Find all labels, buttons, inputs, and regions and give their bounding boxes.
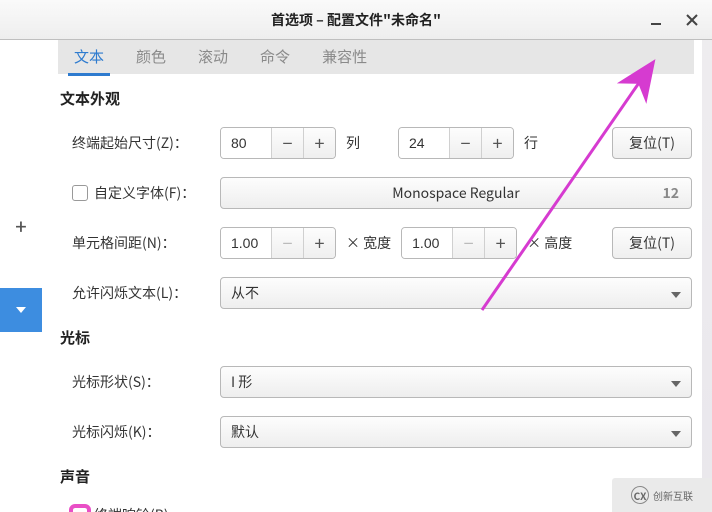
tab-colors[interactable]: 颜色 [130, 39, 172, 76]
rows-unit: 行 [524, 133, 538, 153]
reset-size-button[interactable]: 复位(T) [612, 127, 692, 159]
blink-text-dropdown[interactable]: 从不 [220, 277, 692, 309]
cursor-shape-value: I 形 [231, 372, 252, 392]
cols-spinner[interactable]: − + [220, 127, 336, 159]
tabs-bar: 文本 颜色 滚动 命令 兼容性 [58, 40, 694, 74]
watermark-logo: CX [631, 486, 649, 504]
label-cursor-shape: 光标形状(S)： [60, 372, 210, 392]
cell-w-spinner[interactable]: − + [220, 227, 336, 259]
font-chooser-button[interactable]: Monospace Regular 12 [220, 177, 692, 209]
label-cursor-blink: 光标闪烁(K)： [60, 422, 210, 442]
cursor-shape-dropdown[interactable]: I 形 [220, 366, 692, 398]
cursor-blink-value: 默认 [231, 422, 259, 442]
window-controls [642, 0, 706, 39]
row-cursor-shape: 光标形状(S)： I 形 [60, 366, 692, 398]
row-blink-text: 允许闪烁文本(L)： 从不 [60, 277, 692, 309]
cell-h-plus[interactable]: + [484, 228, 516, 258]
add-profile-button[interactable]: + [8, 213, 34, 237]
right-edge [702, 40, 712, 512]
bell-text: 终端响铃(B) [94, 505, 169, 512]
row-cell-spacing: 单元格间距(N)： − + × 宽度 − + × 高度 复位(T) [60, 227, 692, 259]
content: 文本外观 终端起始尺寸(Z)： − + 列 − + 行 复位(T) [58, 74, 694, 512]
custom-font-checkbox[interactable] [72, 185, 88, 201]
cell-h-minus[interactable]: − [452, 228, 484, 258]
tab-text[interactable]: 文本 [68, 39, 110, 76]
watermark-text: 创新互联 [653, 488, 693, 503]
tab-compat[interactable]: 兼容性 [316, 39, 373, 76]
section-cursor: 光标 [60, 327, 692, 348]
cols-minus[interactable]: − [271, 128, 303, 158]
cell-w-input[interactable] [221, 228, 271, 258]
bell-checkbox[interactable] [72, 507, 88, 512]
section-sound: 声音 [60, 466, 692, 487]
cols-plus[interactable]: + [303, 128, 335, 158]
titlebar: 首选项 – 配置文件"未命名" [0, 0, 712, 40]
cols-input[interactable] [221, 128, 271, 158]
rows-minus[interactable]: − [449, 128, 481, 158]
row-bell: 终端响铃(B) [60, 505, 692, 512]
label-cell-spacing: 单元格间距(N)： [60, 233, 210, 253]
blink-text-value: 从不 [231, 283, 259, 303]
font-size: 12 [662, 183, 679, 203]
section-appearance: 文本外观 [60, 88, 692, 109]
label-custom-font: 自定义字体(F)： [60, 183, 210, 203]
cell-h-spinner[interactable]: − + [401, 227, 517, 259]
row-initial-size: 终端起始尺寸(Z)： − + 列 − + 行 复位(T) [60, 127, 692, 159]
rows-spinner[interactable]: − + [398, 127, 514, 159]
cell-w-plus[interactable]: + [303, 228, 335, 258]
cell-h-unit: × 高度 [527, 233, 572, 253]
label-bell: 终端响铃(B) [60, 505, 169, 512]
left-gutter: + [0, 40, 42, 512]
reset-spacing-button[interactable]: 复位(T) [612, 227, 692, 259]
close-button[interactable] [678, 6, 706, 34]
tab-scrolling[interactable]: 滚动 [192, 39, 234, 76]
cols-unit: 列 [346, 133, 360, 153]
cell-w-unit: × 宽度 [346, 233, 391, 253]
watermark: CX 创新互联 [612, 478, 712, 512]
custom-font-text: 自定义字体(F)： [94, 183, 195, 203]
label-initial-size: 终端起始尺寸(Z)： [60, 133, 210, 153]
window-title: 首选项 – 配置文件"未命名" [271, 10, 441, 30]
minimize-button[interactable] [642, 6, 670, 34]
chevron-down-icon [671, 372, 681, 392]
rows-plus[interactable]: + [481, 128, 513, 158]
rows-input[interactable] [399, 128, 449, 158]
chevron-down-icon [671, 422, 681, 442]
label-blink-text: 允许闪烁文本(L)： [60, 283, 210, 303]
cell-w-minus[interactable]: − [271, 228, 303, 258]
font-name: Monospace Regular [392, 183, 519, 203]
tab-command[interactable]: 命令 [254, 39, 296, 76]
cursor-blink-dropdown[interactable]: 默认 [220, 416, 692, 448]
profile-dropdown-button[interactable] [0, 288, 42, 332]
row-cursor-blink: 光标闪烁(K)： 默认 [60, 416, 692, 448]
row-custom-font: 自定义字体(F)： Monospace Regular 12 [60, 177, 692, 209]
cell-h-input[interactable] [402, 228, 452, 258]
main-panel: 文本 颜色 滚动 命令 兼容性 文本外观 终端起始尺寸(Z)： − + 列 [58, 40, 694, 512]
chevron-down-icon [671, 283, 681, 303]
